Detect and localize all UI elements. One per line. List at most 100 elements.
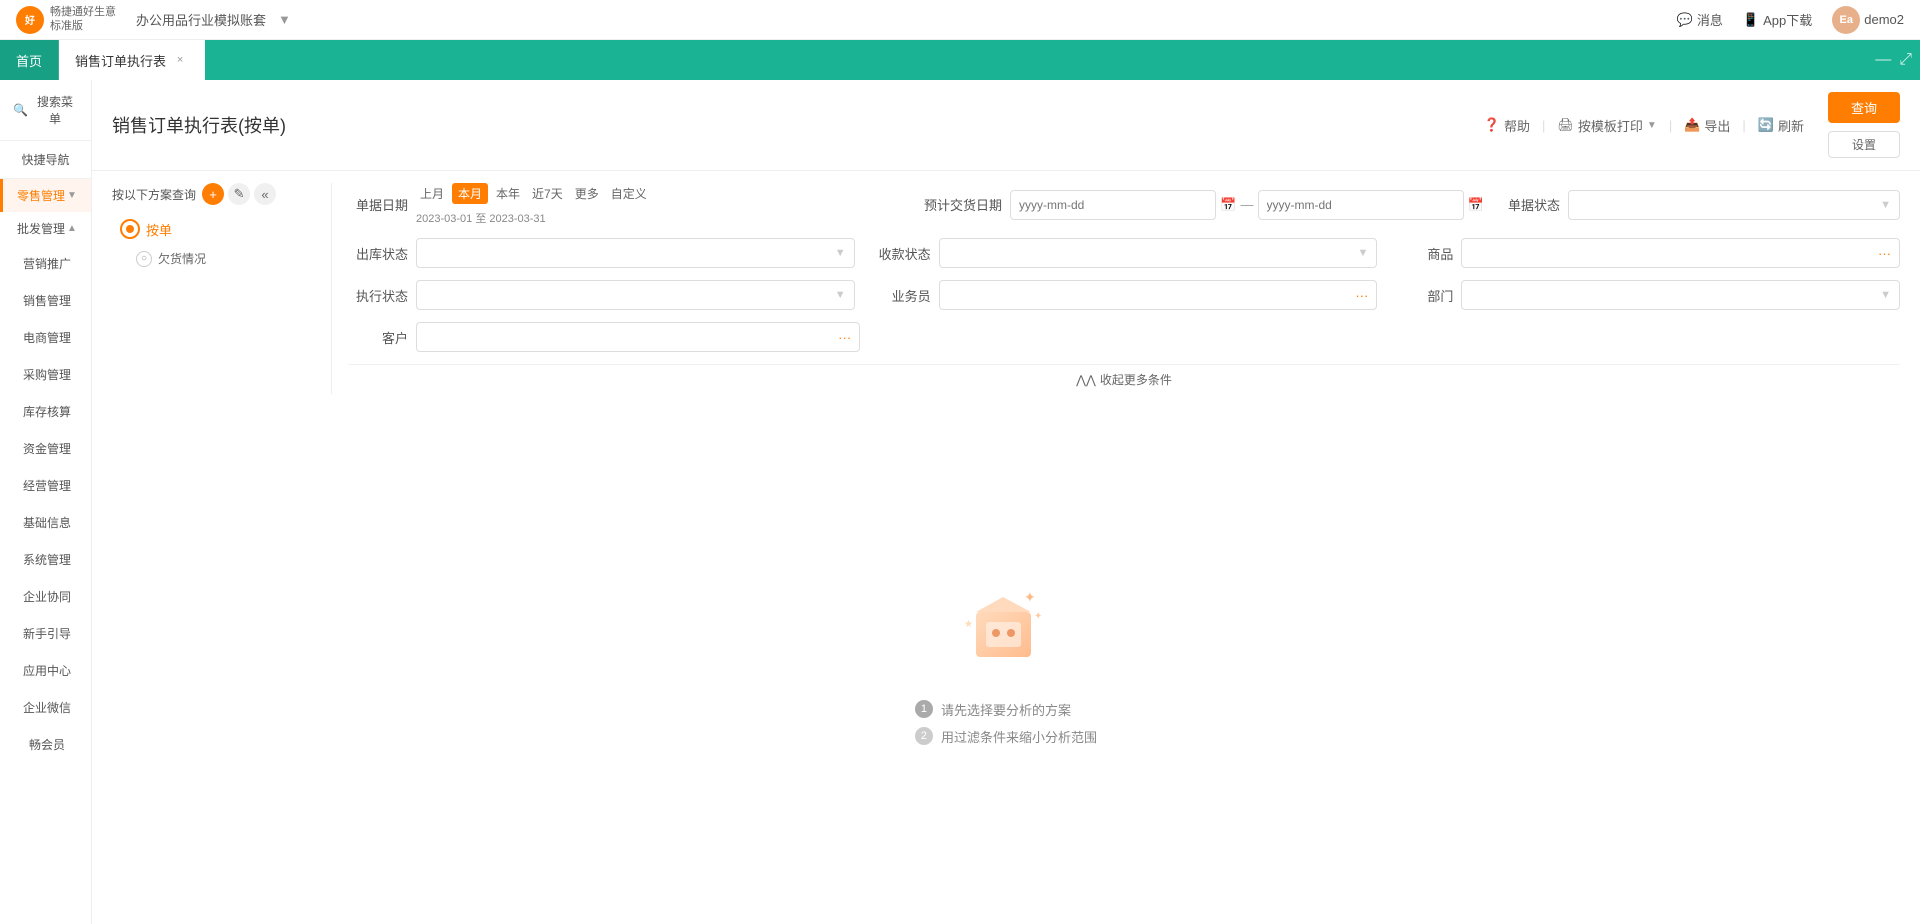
exec-status-label: 执行状态 xyxy=(348,286,408,305)
sidebar-marketing-label: 营销推广 xyxy=(23,255,71,272)
sidebar-item-inventory[interactable]: 库存核算 xyxy=(0,393,91,430)
page-actions: ❓ 帮助 | 🖨 按模板打印 ▼ | 📤 导出 | 🔄 刷新 xyxy=(1484,92,1900,158)
edit-scheme-button[interactable]: ✎ xyxy=(228,183,250,205)
tab-bar-actions: — ⤢ xyxy=(1875,40,1920,80)
refresh-button[interactable]: 🔄 刷新 xyxy=(1758,116,1804,135)
sidebar-search-area: 🔍 搜索菜单 xyxy=(0,80,91,141)
filter-exec-status-item: 执行状态 ▼ xyxy=(348,280,855,310)
scheme-dot xyxy=(126,225,134,233)
sidebar-item-finance[interactable]: 资金管理 xyxy=(0,430,91,467)
scheme-item-by-order[interactable]: 按单 xyxy=(112,213,319,245)
sidebar-item-member[interactable]: 畅会员 xyxy=(0,726,91,763)
export-icon: 📤 xyxy=(1684,117,1700,133)
query-button[interactable]: 查询 xyxy=(1828,92,1900,123)
sidebar-item-newuser[interactable]: 新手引导 xyxy=(0,615,91,652)
empty-tip-2: 2 用过滤条件来缩小分析范围 xyxy=(915,727,1097,746)
payment-status-select[interactable]: ▼ xyxy=(939,238,1378,268)
sidebar-item-basic[interactable]: 基础信息 xyxy=(0,504,91,541)
filter-salesperson-item: 业务员 ··· xyxy=(871,280,1378,310)
date-tab-more[interactable]: 更多 xyxy=(571,183,603,204)
double-left-icon: « xyxy=(261,187,268,202)
sub-item-shortage[interactable]: ○ 欠货情况 xyxy=(112,245,319,272)
sidebar-item-operations[interactable]: 经营管理 xyxy=(0,467,91,504)
empty-state: ✦ ✦ ★ 1 请先选择要分析的方案 2 用过滤条件来缩小分析范围 xyxy=(92,406,1920,924)
tab-maximize-icon[interactable]: ⤢ xyxy=(1899,51,1912,69)
tab-minimize-icon[interactable]: — xyxy=(1875,51,1891,69)
print-dropdown-icon: ▼ xyxy=(1647,120,1657,131)
salesperson-more-button[interactable]: ··· xyxy=(1355,288,1368,303)
logo-text: 畅捷通好生意 标准版 xyxy=(50,6,116,32)
sidebar-system-label: 系统管理 xyxy=(23,551,71,568)
date-tab-last-month[interactable]: 上月 xyxy=(416,183,448,204)
system-dropdown-icon[interactable]: ▼ xyxy=(278,12,291,27)
sidebar-item-system[interactable]: 系统管理 xyxy=(0,541,91,578)
dept-select[interactable]: ▼ xyxy=(1461,280,1900,310)
help-button[interactable]: ❓ 帮助 xyxy=(1484,116,1530,135)
tip-number-2: 2 xyxy=(915,727,933,745)
sidebar-item-wholesale[interactable]: 批发管理 ▲ xyxy=(0,212,91,245)
date-label: 单据日期 xyxy=(348,195,408,214)
date-range-text: 2023-03-01 至 2023-03-31 xyxy=(416,210,908,226)
search-menu-button[interactable]: 🔍 搜索菜单 xyxy=(8,88,83,132)
edit-icon: ✎ xyxy=(234,186,245,202)
tab-close-icon[interactable]: × xyxy=(172,52,188,68)
sidebar-member-label: 畅会员 xyxy=(29,736,65,753)
help-icon: ❓ xyxy=(1484,117,1500,133)
goods-input-wrapper: ··· xyxy=(1461,238,1900,268)
sidebar-quick-nav[interactable]: 快捷导航 xyxy=(0,141,91,179)
message-action[interactable]: 💬 消息 xyxy=(1677,10,1723,29)
app-download-action[interactable]: 📱 App下载 xyxy=(1743,10,1812,29)
calendar-icon-2: 📅 xyxy=(1468,197,1484,213)
salesperson-label: 业务员 xyxy=(871,286,931,305)
sidebar-item-corpwechat[interactable]: 企业微信 xyxy=(0,689,91,726)
collapse-up-icon: ⋀⋀ xyxy=(1076,373,1096,387)
sub-icon-shortage: ○ xyxy=(136,251,152,267)
goods-more-button[interactable]: ··· xyxy=(1878,246,1891,261)
settings-button[interactable]: 设置 xyxy=(1828,131,1900,158)
collapse-button[interactable]: ⋀⋀ 收起更多条件 xyxy=(1076,371,1172,388)
sidebar-item-purchase[interactable]: 采购管理 xyxy=(0,356,91,393)
sidebar-ecommerce-label: 电商管理 xyxy=(23,329,71,346)
sidebar-item-ecommerce[interactable]: 电商管理 xyxy=(0,319,91,356)
exec-status-arrow: ▼ xyxy=(835,289,846,301)
scheme-active-icon xyxy=(120,219,140,239)
sidebar-item-marketing[interactable]: 营销推广 xyxy=(0,245,91,282)
filter-row-4: 客户 ··· xyxy=(348,322,1900,352)
add-scheme-button[interactable]: + xyxy=(202,183,224,205)
expected-date-start-input[interactable] xyxy=(1010,190,1216,220)
date-tab-this-month[interactable]: 本月 xyxy=(452,183,488,204)
search-icon: 🔍 xyxy=(13,103,28,117)
order-status-select[interactable]: ▼ xyxy=(1568,190,1900,220)
sidebar-corpwechat-label: 企业微信 xyxy=(23,699,71,716)
date-tab-custom[interactable]: 自定义 xyxy=(607,183,651,204)
print-button[interactable]: 🖨 按模板打印 ▼ xyxy=(1557,116,1656,135)
export-button[interactable]: 📤 导出 xyxy=(1684,116,1730,135)
user-area[interactable]: Ea demo2 xyxy=(1832,6,1904,34)
filter-left: 按以下方案查询 + ✎ « xyxy=(112,183,332,394)
collapse-scheme-button[interactable]: « xyxy=(254,183,276,205)
svg-text:★: ★ xyxy=(964,619,973,630)
date-tab-7days[interactable]: 近7天 xyxy=(528,183,567,204)
tab-home[interactable]: 首页 xyxy=(0,40,59,80)
sidebar-operations-label: 经营管理 xyxy=(23,477,71,494)
customer-more-button[interactable]: ··· xyxy=(838,330,851,345)
expected-date-end-input[interactable] xyxy=(1258,190,1464,220)
date-tab-this-year[interactable]: 本年 xyxy=(492,183,524,204)
system-title: 办公用品行业模拟账套 xyxy=(136,10,266,29)
tip-number-1: 1 xyxy=(915,700,933,718)
ship-status-select[interactable]: ▼ xyxy=(416,238,855,268)
top-bar: 好 畅捷通好生意 标准版 办公用品行业模拟账套 ▼ 💬 消息 📱 App下载 E… xyxy=(0,0,1920,40)
sidebar-item-enterprise[interactable]: 企业协同 xyxy=(0,578,91,615)
sidebar-enterprise-label: 企业协同 xyxy=(23,588,71,605)
tab-sales-order[interactable]: 销售订单执行表 × xyxy=(59,40,205,80)
exec-status-select[interactable]: ▼ xyxy=(416,280,855,310)
dept-arrow: ▼ xyxy=(1880,289,1891,301)
app-icon: 📱 xyxy=(1743,12,1759,28)
sidebar-item-sales[interactable]: 销售管理 xyxy=(0,282,91,319)
sidebar-item-appcenter[interactable]: 应用中心 xyxy=(0,652,91,689)
sidebar-item-retail[interactable]: 零售管理 ▼ xyxy=(0,179,91,212)
empty-tip-1: 1 请先选择要分析的方案 xyxy=(915,700,1097,719)
ship-status-label: 出库状态 xyxy=(348,244,408,263)
empty-illustration: ✦ ✦ ★ xyxy=(956,577,1056,677)
top-bar-left: 好 畅捷通好生意 标准版 办公用品行业模拟账套 ▼ xyxy=(16,6,291,34)
